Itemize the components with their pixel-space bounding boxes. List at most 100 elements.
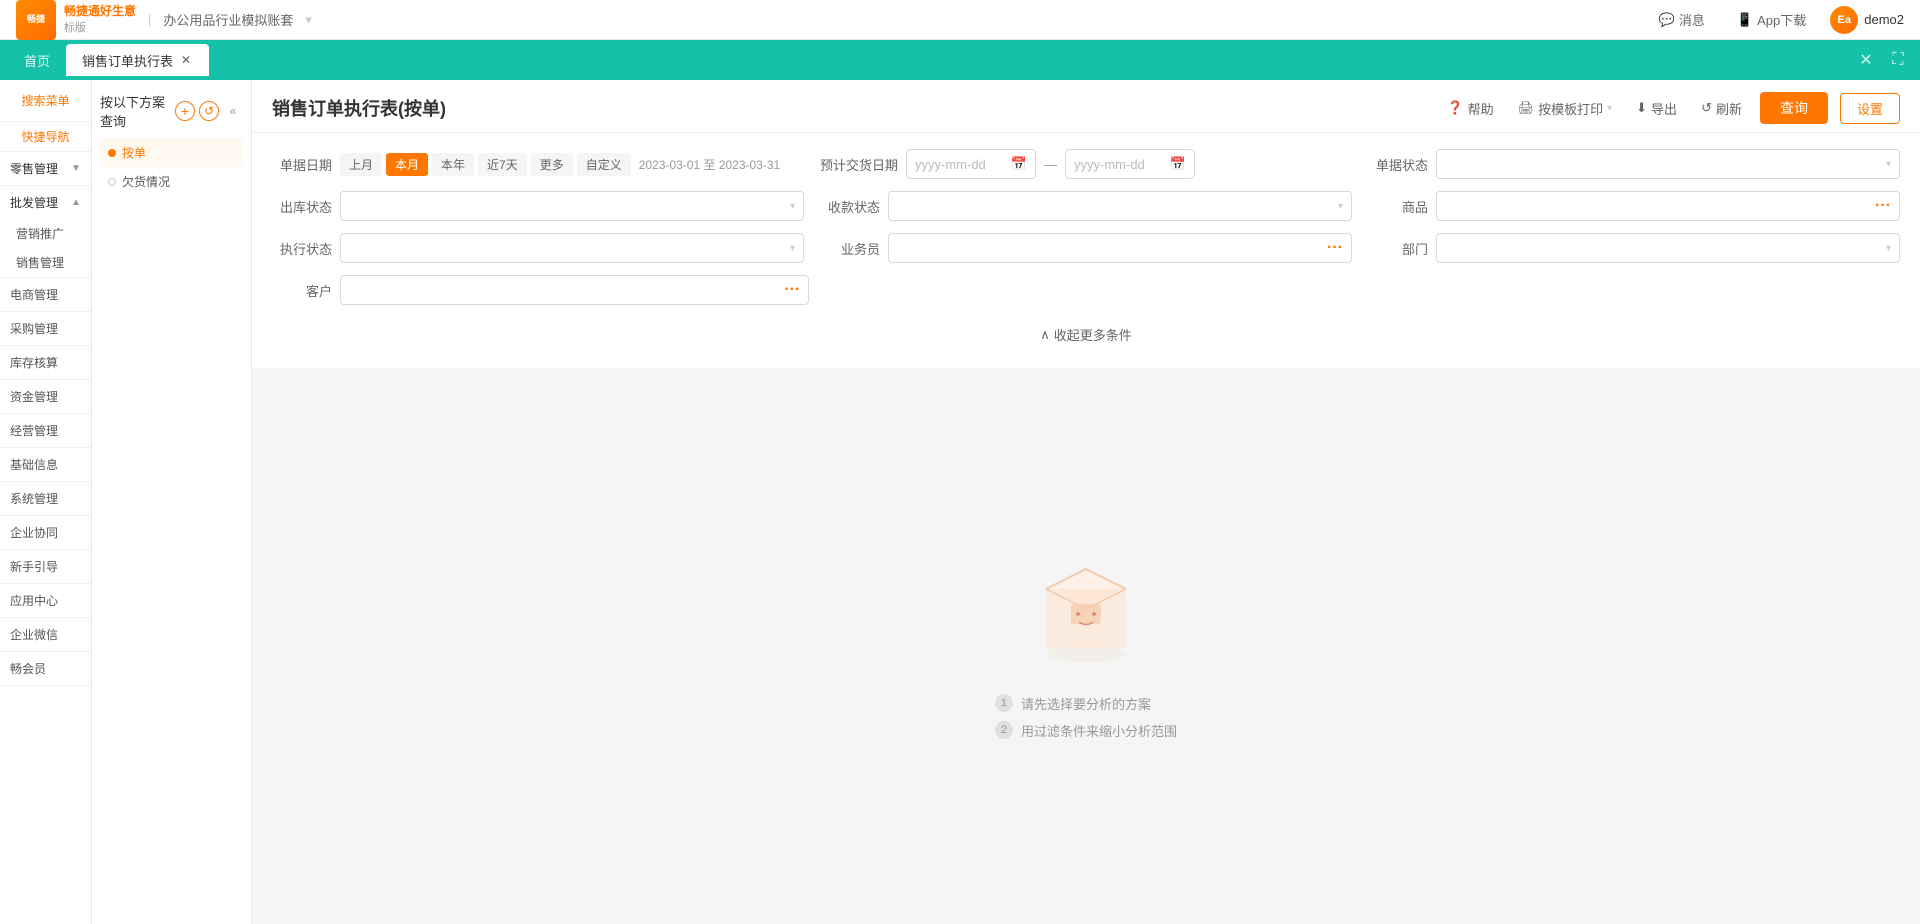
dept-group: 部门 ▾ bbox=[1368, 233, 1900, 263]
sidebar-search-button[interactable]: 搜索菜单 bbox=[8, 88, 83, 113]
tab-bar: 首页 销售订单执行表 ✕ ✕ ⛶ bbox=[0, 40, 1920, 80]
user-menu[interactable]: Ea demo2 bbox=[1830, 6, 1904, 34]
filter-dot-active bbox=[108, 149, 116, 157]
date-separator: — bbox=[1044, 157, 1057, 172]
calendar-end-icon: 📅 bbox=[1170, 156, 1186, 172]
app-download-button[interactable]: 📱 App下载 bbox=[1729, 6, 1814, 33]
sidebar-item-operations[interactable]: 经营管理 bbox=[0, 414, 91, 448]
exec-status-select[interactable]: ▾ bbox=[340, 233, 804, 263]
collapse-more-button[interactable]: ∧ 收起更多条件 bbox=[272, 317, 1900, 352]
filter-arrears[interactable]: 欠货情况 bbox=[100, 167, 243, 196]
sidebar-item-guide[interactable]: 新手引导 bbox=[0, 550, 91, 584]
print-arrow-icon: ▾ bbox=[1607, 103, 1612, 114]
app-subtitle: 标版 bbox=[64, 19, 136, 35]
settings-button[interactable]: 设置 bbox=[1840, 93, 1900, 124]
sidebar-item-system[interactable]: 系统管理 bbox=[0, 482, 91, 516]
tab-close-icon[interactable]: ✕ bbox=[179, 53, 193, 67]
main-layout: 搜索菜单 快捷导航 零售管理 ▼ 批发管理 ▲ 营销推广 销售管理 电商管理 采… bbox=[0, 80, 1920, 924]
add-filter-button[interactable]: + bbox=[175, 101, 195, 121]
tab-bar-actions: ✕ ⛶ bbox=[1852, 46, 1912, 74]
delivery-status-group: 出库状态 ▾ bbox=[272, 191, 804, 221]
refresh-button[interactable]: ↺ 刷新 bbox=[1695, 95, 1748, 122]
filter-area: 单据日期 上月 本月 本年 近7天 更多 自定义 2023-03-01 至 20… bbox=[252, 133, 1920, 369]
customer-group: 客户 ··· bbox=[272, 275, 809, 305]
salesperson-dots[interactable]: ··· bbox=[1327, 239, 1343, 257]
filter-row-3: 执行状态 ▾ 业务员 ··· 部门 bbox=[272, 233, 1900, 263]
exec-arrow: ▾ bbox=[790, 243, 795, 254]
print-icon: 🖨 bbox=[1518, 100, 1535, 116]
sidebar-item-marketing[interactable]: 营销推广 bbox=[0, 219, 91, 248]
date-buttons: 上月 本月 本年 近7天 更多 自定义 bbox=[340, 153, 631, 176]
customer-label: 客户 bbox=[272, 281, 332, 300]
date-range-display: 2023-03-01 至 2023-03-31 bbox=[639, 156, 780, 173]
filter-dot-inactive bbox=[108, 178, 116, 186]
expected-date-start[interactable]: yyyy-mm-dd 📅 bbox=[906, 149, 1036, 179]
message-button[interactable]: 💬 消息 bbox=[1651, 6, 1713, 33]
sidebar-item-basic[interactable]: 基础信息 bbox=[0, 448, 91, 482]
sidebar-section-retail: 零售管理 ▼ bbox=[0, 152, 91, 186]
sidebar-item-ecommerce[interactable]: 电商管理 bbox=[0, 278, 91, 312]
page-title-bar: 销售订单执行表(按单) ❓ 帮助 🖨 按模板打印 ▾ ⬇ 导出 bbox=[252, 80, 1920, 133]
print-button[interactable]: 🖨 按模板打印 ▾ bbox=[1512, 95, 1619, 122]
expected-date-group: 预计交货日期 yyyy-mm-dd 📅 — yyyy-mm-dd 📅 bbox=[820, 149, 1352, 179]
delivery-status-select[interactable]: ▾ bbox=[340, 191, 804, 221]
message-icon: 💬 bbox=[1659, 12, 1675, 28]
tab-fullscreen-button[interactable]: ⛶ bbox=[1884, 46, 1912, 74]
customer-dots[interactable]: ··· bbox=[784, 281, 800, 299]
app-name: 畅捷通好生意 bbox=[64, 4, 136, 18]
expected-date-end[interactable]: yyyy-mm-dd 📅 bbox=[1065, 149, 1195, 179]
avatar: Ea bbox=[1830, 6, 1858, 34]
tab-close-all-button[interactable]: ✕ bbox=[1852, 46, 1880, 74]
app-icon: 📱 bbox=[1737, 12, 1753, 28]
empty-tip-1: 1 请先选择要分析的方案 bbox=[995, 694, 1177, 713]
sidebar-search-section: 搜索菜单 bbox=[0, 80, 91, 122]
order-status-label: 单据状态 bbox=[1368, 155, 1428, 174]
sidebar-item-sales-mgmt[interactable]: 销售管理 bbox=[0, 248, 91, 277]
collapse-panel-button[interactable]: « bbox=[223, 101, 243, 121]
sidebar-item-finance[interactable]: 资金管理 bbox=[0, 380, 91, 414]
sidebar-item-wechat[interactable]: 企业微信 bbox=[0, 618, 91, 652]
empty-icon bbox=[1026, 554, 1146, 674]
app-logo: 畅捷 bbox=[16, 0, 56, 40]
date-7days[interactable]: 近7天 bbox=[478, 153, 527, 176]
sidebar-item-inventory[interactable]: 库存核算 bbox=[0, 346, 91, 380]
product-dots[interactable]: ··· bbox=[1875, 197, 1891, 215]
sidebar-item-appcenter[interactable]: 应用中心 bbox=[0, 584, 91, 618]
product-input[interactable]: ··· bbox=[1436, 191, 1900, 221]
sidebar-retail-header[interactable]: 零售管理 ▼ bbox=[0, 152, 91, 185]
payment-status-select[interactable]: ▾ bbox=[888, 191, 1352, 221]
breadcrumb-title[interactable]: 办公用品行业模拟账套 bbox=[163, 10, 293, 29]
help-button[interactable]: ❓ 帮助 bbox=[1441, 95, 1499, 122]
customer-input[interactable]: ··· bbox=[340, 275, 809, 305]
content-with-left: 按以下方案查询 + ↺ « 按单 欠货情况 销售订单执行表(按单) bbox=[92, 80, 1920, 924]
collapse-icon: ∧ bbox=[1040, 327, 1050, 343]
sidebar-item-purchase[interactable]: 采购管理 bbox=[0, 312, 91, 346]
date-this-year[interactable]: 本年 bbox=[432, 153, 474, 176]
date-field-group: 单据日期 上月 本月 本年 近7天 更多 自定义 2023-03-01 至 20… bbox=[272, 153, 804, 176]
order-status-select[interactable]: ▾ bbox=[1436, 149, 1900, 179]
date-last-month[interactable]: 上月 bbox=[340, 153, 382, 176]
header-brand: 畅捷通好生意 标版 bbox=[64, 4, 136, 34]
breadcrumb-arrow-icon[interactable]: ▾ bbox=[305, 12, 312, 28]
salesperson-input[interactable]: ··· bbox=[888, 233, 1352, 263]
sidebar-section-wholesale: 批发管理 ▲ 营销推广 销售管理 bbox=[0, 186, 91, 278]
date-custom[interactable]: 自定义 bbox=[577, 153, 631, 176]
sidebar-item-vip[interactable]: 畅会员 bbox=[0, 652, 91, 686]
sidebar-wholesale-header[interactable]: 批发管理 ▲ bbox=[0, 186, 91, 219]
date-more[interactable]: 更多 bbox=[531, 153, 573, 176]
exec-status-group: 执行状态 ▾ bbox=[272, 233, 804, 263]
sidebar-item-coop[interactable]: 企业协同 bbox=[0, 516, 91, 550]
tab-home[interactable]: 首页 bbox=[8, 44, 66, 76]
sidebar: 搜索菜单 快捷导航 零售管理 ▼ 批发管理 ▲ 营销推广 销售管理 电商管理 采… bbox=[0, 80, 92, 924]
page-title: 销售订单执行表(按单) bbox=[272, 95, 446, 121]
date-this-month[interactable]: 本月 bbox=[386, 153, 428, 176]
sidebar-quick-nav[interactable]: 快捷导航 bbox=[0, 122, 91, 152]
tab-sales-order[interactable]: 销售订单执行表 ✕ bbox=[66, 44, 209, 76]
export-button[interactable]: ⬇ 导出 bbox=[1630, 95, 1683, 122]
order-status-group: 单据状态 ▾ bbox=[1368, 149, 1900, 179]
filter-by-order[interactable]: 按单 bbox=[100, 138, 243, 167]
query-button[interactable]: 查询 bbox=[1760, 92, 1828, 124]
refresh-filter-button[interactable]: ↺ bbox=[199, 101, 219, 121]
left-filter-actions: + ↺ « bbox=[175, 101, 243, 121]
dept-select[interactable]: ▾ bbox=[1436, 233, 1900, 263]
